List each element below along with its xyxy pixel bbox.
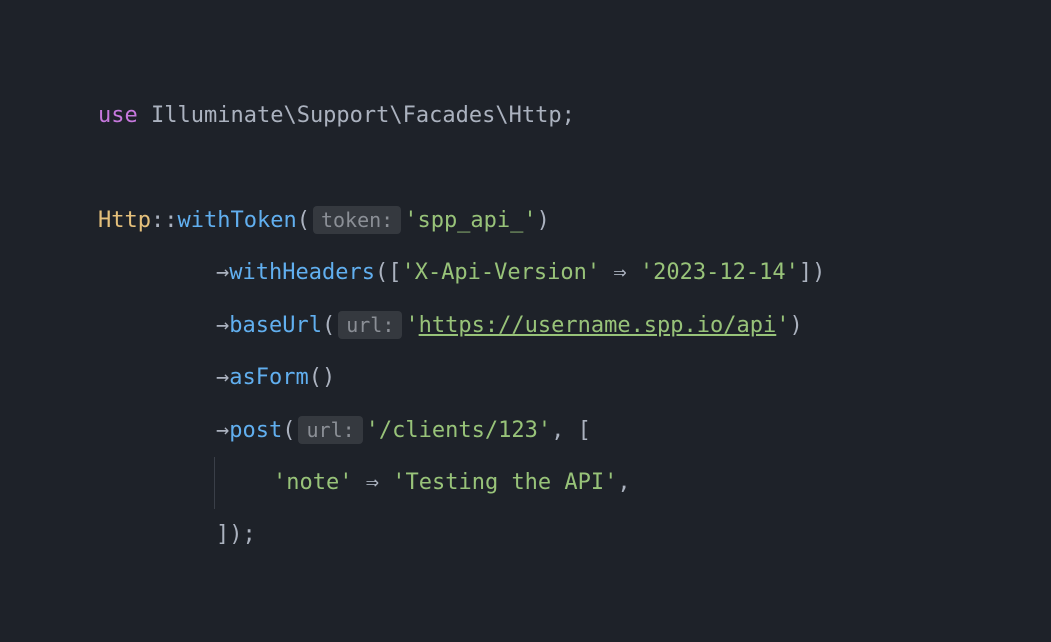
namespace-path: Illuminate\Support\Facades\Http: [151, 103, 562, 128]
paren-close: ): [790, 313, 803, 338]
param-hint-url: url:: [338, 311, 402, 339]
code-line: →asForm(): [98, 352, 953, 404]
indent-guide: [214, 457, 215, 509]
code-line: Http::withToken(token:'spp_api_'): [98, 194, 953, 247]
arrow-icon: →: [216, 313, 229, 338]
method-baseUrl: baseUrl: [229, 313, 322, 338]
empty-parens: (): [309, 365, 336, 390]
string-base-url: https://username.spp.io/api: [419, 313, 777, 338]
doublearrow-icon: ⇒: [366, 470, 379, 495]
code-line: →withHeaders(['X-Api-Version' ⇒ '2023-12…: [98, 247, 953, 299]
paren-open: (: [297, 208, 310, 233]
paren-open: (: [322, 313, 335, 338]
string-token: 'spp_api_': [404, 208, 536, 233]
code-block: use Illuminate\Support\Facades\Http; Htt…: [98, 90, 953, 561]
semicolon: ;: [562, 103, 575, 128]
method-post: post: [229, 418, 282, 443]
method-withHeaders: withHeaders: [229, 260, 375, 285]
code-line: 'note' ⇒ 'Testing the API',: [98, 457, 953, 509]
string-header-key: 'X-Api-Version': [401, 260, 600, 285]
string-header-val: '2023-12-14': [640, 260, 799, 285]
method-withToken: withToken: [177, 208, 296, 233]
string-post-path: '/clients/123': [366, 418, 551, 443]
string-note-val: 'Testing the API': [392, 470, 617, 495]
bracket-open: [: [388, 260, 401, 285]
comma: ,: [617, 470, 630, 495]
param-hint-token: token:: [313, 206, 401, 234]
keyword-use: use: [98, 103, 138, 128]
code-line: →baseUrl(url:'https://username.spp.io/ap…: [98, 299, 953, 352]
paren-close: ): [537, 208, 550, 233]
space-bracket: [: [564, 418, 591, 443]
paren-open: (: [375, 260, 388, 285]
class-http: Http: [98, 208, 151, 233]
quote-close: ': [776, 313, 789, 338]
quote-open: ': [405, 313, 418, 338]
blank-line: [98, 142, 953, 194]
code-line: use Illuminate\Support\Facades\Http;: [98, 90, 953, 142]
param-hint-url: url:: [298, 416, 362, 444]
doublearrow-icon: ⇒: [613, 260, 626, 285]
code-line: →post(url:'/clients/123', [: [98, 404, 953, 457]
arrow-icon: →: [216, 260, 229, 285]
paren-close: ): [812, 260, 825, 285]
arrow-icon: →: [216, 418, 229, 443]
comma: ,: [551, 418, 564, 443]
close-array: ]);: [216, 522, 256, 547]
string-note-key: 'note': [273, 470, 352, 495]
paren-open: (: [282, 418, 295, 443]
code-line: ]);: [98, 509, 953, 561]
arrow-icon: →: [216, 365, 229, 390]
scope-operator: ::: [151, 208, 178, 233]
method-asForm: asForm: [229, 365, 308, 390]
bracket-close: ]: [799, 260, 812, 285]
